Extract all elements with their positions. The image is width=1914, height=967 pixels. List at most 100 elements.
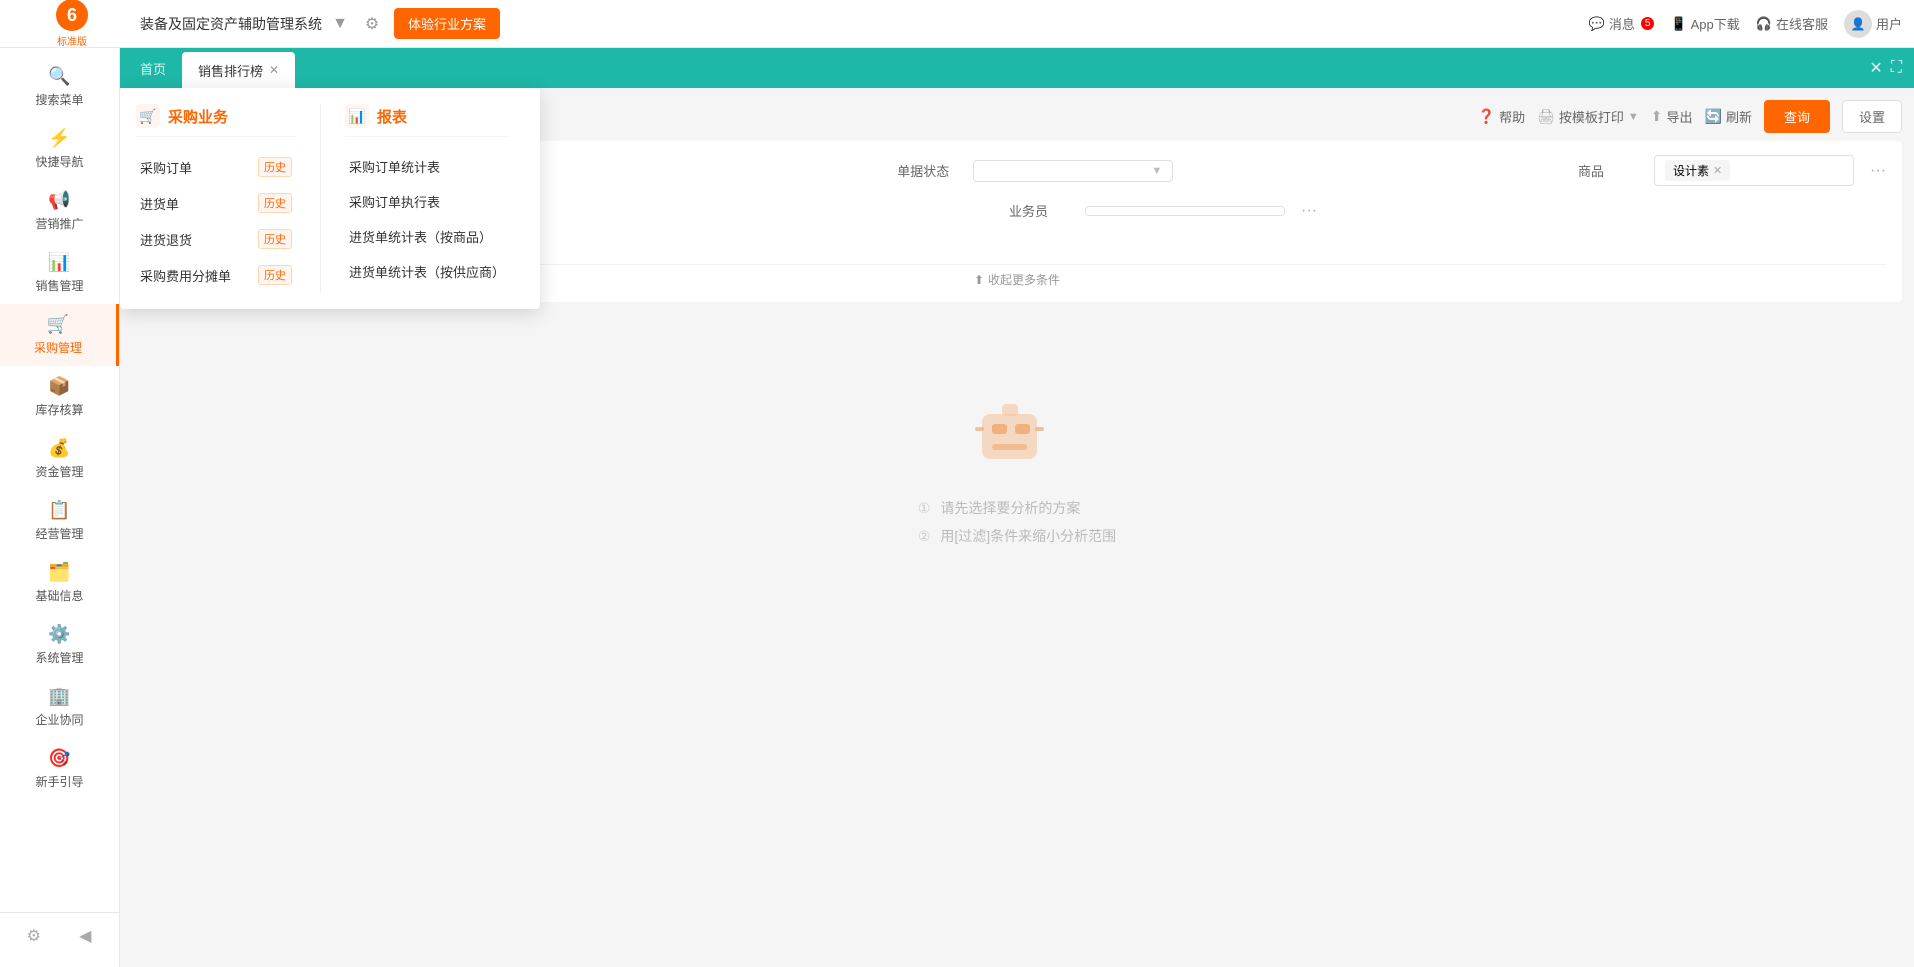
marketing-icon: 📢 (48, 190, 70, 211)
purchase-section-title: 采购业务 (168, 106, 228, 127)
sidebar-label-guide: 新手引导 (35, 773, 83, 790)
system-name: 装备及固定资产辅助管理系统 (140, 14, 322, 34)
sidebar-item-finance[interactable]: 💰 资金管理 (0, 428, 119, 490)
po-history-badge: 历史 (258, 157, 292, 177)
online-service-label: 在线客服 (1776, 14, 1828, 33)
tab-close-all-icon[interactable]: ✕ (1869, 58, 1882, 78)
export-btn[interactable]: ⬆ 导出 (1651, 107, 1693, 126)
sidebar-item-guide[interactable]: 🎯 新手引导 (0, 738, 119, 800)
online-service-item[interactable]: 🎧 在线客服 (1756, 14, 1828, 33)
help-label: 帮助 (1499, 107, 1525, 126)
help-btn[interactable]: ❓ 帮助 (1478, 107, 1525, 126)
tab-bar: 首页 销售排行榜 ✕ ✕ ⛶ (120, 48, 1914, 88)
message-icon: 💬 (1589, 16, 1605, 32)
report-section-icon: 📊 (345, 104, 369, 128)
sidebar-collapse-btn[interactable]: ◀ (70, 921, 100, 951)
sidebar-item-collab[interactable]: 🏢 企业协同 (0, 676, 119, 738)
menu-item-expense[interactable]: 采购费用分摊单 历史 (136, 257, 296, 293)
print-btn[interactable]: 🖨 按模板打印 ▼ (1537, 107, 1639, 126)
tab-fullscreen-icon[interactable]: ⛶ (1891, 59, 1902, 77)
purchase-section-icon: 🛒 (136, 104, 160, 128)
print-label: 按模板打印 (1559, 107, 1624, 126)
sidebar-item-purchase[interactable]: 🛒 采购管理 (0, 304, 119, 366)
collapse-text: 收起更多条件 (988, 271, 1060, 288)
goods-dots[interactable]: ··· (1870, 162, 1886, 180)
print-icon: 🖨 (1537, 108, 1555, 125)
menu-item-receipt-supplier[interactable]: 进货单统计表（按供应商） (345, 254, 509, 289)
dropdown-menu: 🛒 采购业务 采购订单 历史 进货单 历史 进货退货 历史 采购费用分摊单 (120, 88, 540, 309)
collab-icon: 🏢 (48, 686, 70, 707)
print-chevron-icon[interactable]: ▼ (1628, 111, 1639, 123)
phone-icon: 📱 (1670, 16, 1686, 32)
tab-sales-rank-label: 销售排行榜 (198, 61, 263, 80)
menu-item-receipt-supplier-label: 进货单统计表（按供应商） (349, 262, 505, 281)
headset-icon: 🎧 (1756, 16, 1772, 32)
message-label: 消息 (1609, 14, 1635, 33)
salesman-control[interactable] (1085, 206, 1285, 216)
tab-close-icon[interactable]: ✕ (269, 63, 279, 77)
salesman-label: 业务员 (1009, 201, 1069, 220)
sidebar-item-operations[interactable]: 📋 经营管理 (0, 490, 119, 552)
sidebar-label-collab: 企业协同 (35, 711, 83, 728)
query-button[interactable]: 查询 (1764, 100, 1830, 133)
settings-button[interactable]: 设置 (1842, 100, 1902, 133)
sidebar-label-operations: 经营管理 (35, 525, 83, 542)
top-header: 6 标准版 装备及固定资产辅助管理系统 ▼ ⚙ 体验行业方案 💬 消息 5 📱 … (0, 0, 1914, 48)
logo-icon: 6 (56, 0, 88, 31)
status-chevron-icon: ▼ (1151, 165, 1162, 177)
industry-button[interactable]: 体验行业方案 (394, 8, 500, 39)
app-download-label: App下载 (1691, 14, 1740, 33)
menu-item-receipt[interactable]: 进货单 历史 (136, 185, 296, 221)
sidebar-item-marketing[interactable]: 📢 营销推广 (0, 180, 119, 242)
goods-label: 商品 (1578, 161, 1638, 180)
report-section-title: 报表 (377, 106, 407, 127)
menu-section-report-header: 📊 报表 (345, 104, 509, 137)
sidebar-item-sales[interactable]: 📊 销售管理 (0, 242, 119, 304)
avatar: 👤 (1844, 10, 1872, 38)
message-badge: 5 (1641, 17, 1655, 30)
finance-icon: 💰 (48, 438, 70, 459)
refresh-btn[interactable]: 🔄 刷新 (1705, 107, 1752, 126)
header-gear-icon[interactable]: ⚙ (358, 10, 386, 38)
sidebar-item-inventory[interactable]: 📦 库存核算 (0, 366, 119, 428)
main-layout: 🔍 搜索菜单 ⚡ 快捷导航 📢 营销推广 📊 销售管理 🛒 采购管理 📦 库存核… (0, 48, 1914, 967)
content-area: 首页 销售排行榜 ✕ ✕ ⛶ ❓ 帮助 🖨 按模板打印 (120, 48, 1914, 967)
tab-home-label: 首页 (140, 59, 166, 78)
receipt-history-badge: 历史 (258, 193, 292, 213)
basicinfo-icon: 🗂️ (48, 562, 70, 583)
salesman-dots[interactable]: ··· (1301, 202, 1317, 220)
app-download-item[interactable]: 📱 App下载 (1670, 14, 1739, 33)
system-icon: ⚙️ (48, 624, 70, 645)
logo-area: 6 标准版 (12, 0, 132, 48)
empty-hint: ① 请先选择要分析的方案 ② 用[过滤]条件来缩小分析范围 (918, 494, 1116, 550)
goods-tag: 设计素 ✕ (1665, 160, 1730, 181)
menu-item-expense-label: 采购费用分摊单 (140, 266, 231, 285)
sidebar-item-quicknav[interactable]: ⚡ 快捷导航 (0, 118, 119, 180)
empty-state: ① 请先选择要分析的方案 ② 用[过滤]条件来缩小分析范围 (132, 314, 1902, 630)
expense-history-badge: 历史 (258, 265, 292, 285)
status-control[interactable]: ▼ (973, 160, 1173, 182)
empty-hint-1: ① 请先选择要分析的方案 (918, 494, 1116, 522)
tab-home[interactable]: 首页 (124, 48, 182, 88)
sidebar-item-system[interactable]: ⚙️ 系统管理 (0, 614, 119, 676)
menu-item-po[interactable]: 采购订单 历史 (136, 149, 296, 185)
sidebar-label-inventory: 库存核算 (35, 401, 83, 418)
goods-tag-close-icon[interactable]: ✕ (1713, 164, 1722, 177)
menu-item-po-stats[interactable]: 采购订单统计表 (345, 149, 509, 184)
help-icon: ❓ (1478, 108, 1495, 125)
sidebar-item-basicinfo[interactable]: 🗂️ 基础信息 (0, 552, 119, 614)
sidebar-item-search[interactable]: 🔍 搜索菜单 (0, 56, 119, 118)
goods-control[interactable]: 设计素 ✕ (1654, 155, 1854, 186)
user-item[interactable]: 👤 用户 (1844, 10, 1902, 38)
sidebar: 🔍 搜索菜单 ⚡ 快捷导航 📢 营销推广 📊 销售管理 🛒 采购管理 📦 库存核… (0, 48, 120, 967)
menu-item-return[interactable]: 进货退货 历史 (136, 221, 296, 257)
sidebar-settings-btn[interactable]: ⚙ (19, 921, 49, 951)
tab-bar-right: ✕ ⛶ (1869, 48, 1910, 88)
tab-sales-rank[interactable]: 销售排行榜 ✕ (182, 52, 295, 88)
message-item[interactable]: 💬 消息 5 (1589, 14, 1655, 33)
menu-item-receipt-goods-label: 进货单统计表（按商品） (349, 227, 492, 246)
menu-item-po-exec[interactable]: 采购订单执行表 (345, 184, 509, 219)
sidebar-label-purchase: 采购管理 (34, 339, 82, 356)
menu-item-receipt-goods[interactable]: 进货单统计表（按商品） (345, 219, 509, 254)
header-dropdown-icon[interactable]: ▼ (330, 14, 350, 34)
